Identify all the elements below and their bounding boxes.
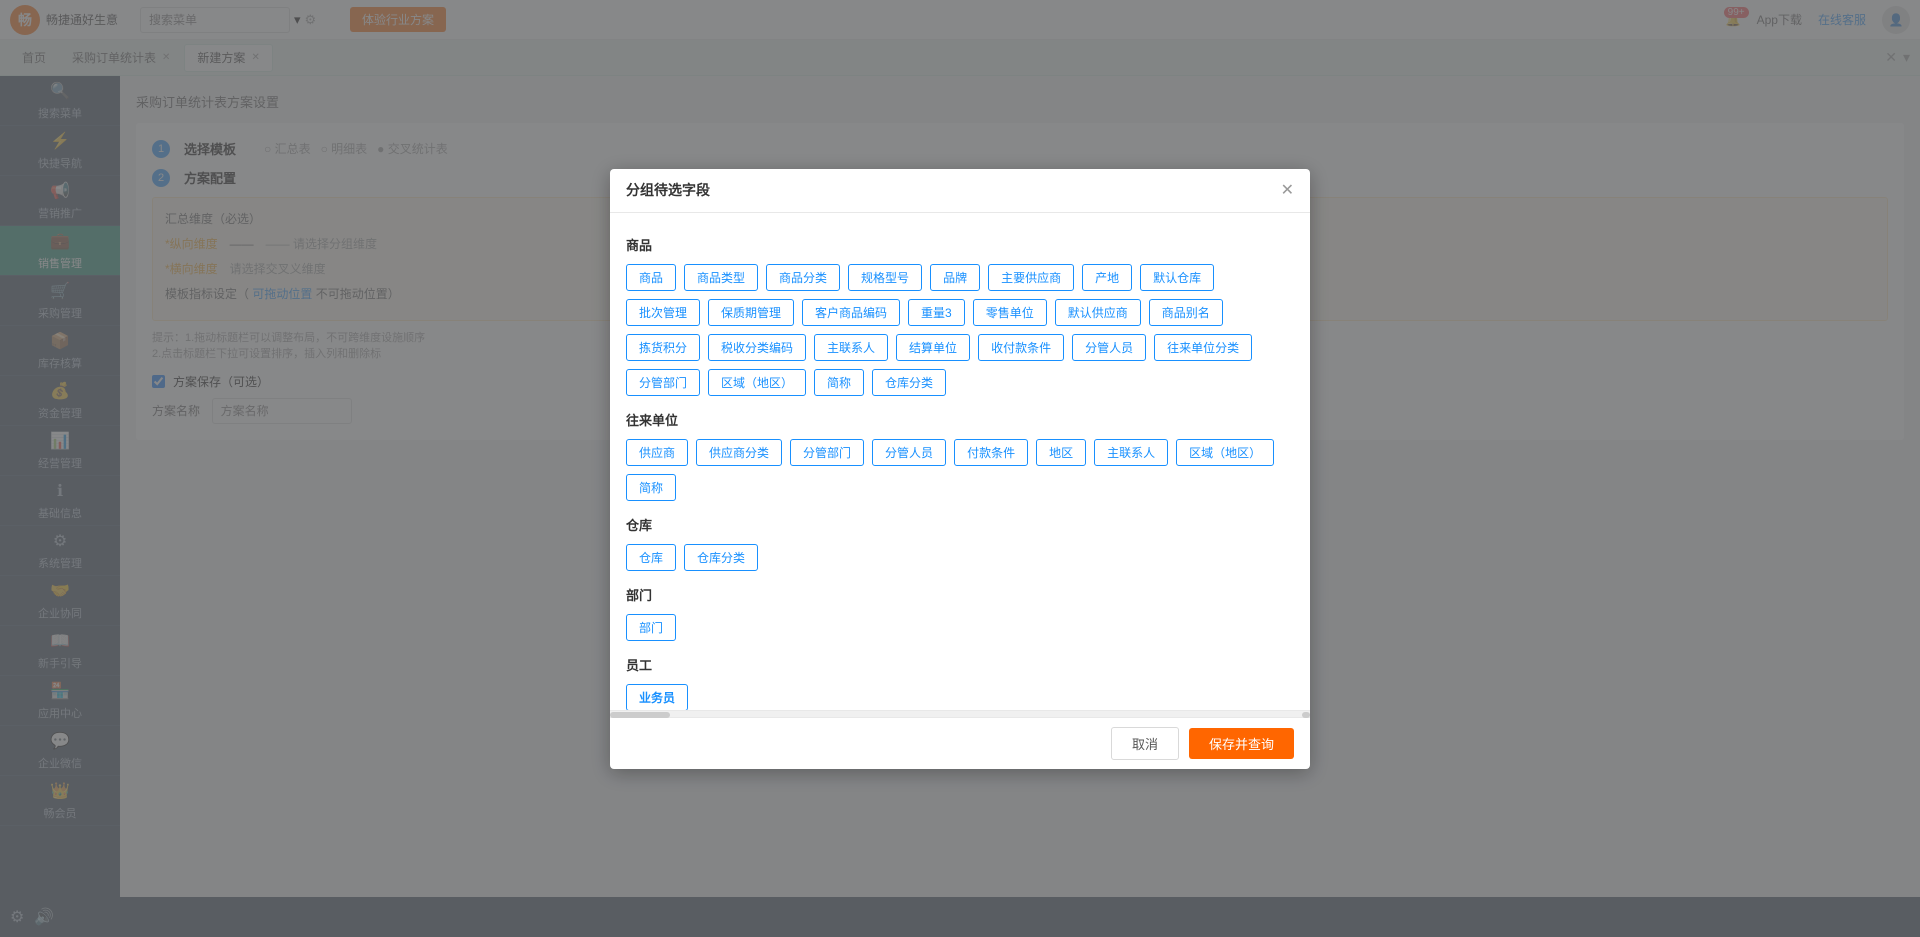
- section-title-staff: 员工: [626, 655, 1294, 674]
- field-tag-payment-terms[interactable]: 收付款条件: [978, 334, 1064, 361]
- field-tag-warehouse[interactable]: 仓库: [626, 544, 676, 571]
- field-tag-main-contact[interactable]: 主联系人: [814, 334, 888, 361]
- field-tag-goods-category[interactable]: 商品分类: [766, 264, 840, 291]
- section-title-dept: 部门: [626, 585, 1294, 604]
- modal-footer: 取消 保存并查询: [610, 717, 1310, 769]
- modal-close-button[interactable]: ✕: [1281, 180, 1294, 200]
- field-tag-batch-mgmt[interactable]: 批次管理: [626, 299, 700, 326]
- section-title-goods: 商品: [626, 235, 1294, 254]
- warehouse-field-grid: 仓库 仓库分类: [626, 544, 1294, 571]
- field-tag-default-supplier[interactable]: 默认供应商: [1055, 299, 1141, 326]
- field-tag-payment-cond[interactable]: 付款条件: [954, 439, 1028, 466]
- field-tag-main-supplier[interactable]: 主要供应商: [988, 264, 1074, 291]
- field-tag-brand[interactable]: 品牌: [930, 264, 980, 291]
- field-tag-origin[interactable]: 产地: [1082, 264, 1132, 291]
- field-tag-area[interactable]: 地区: [1036, 439, 1086, 466]
- field-tag-customer-code[interactable]: 客户商品编码: [802, 299, 900, 326]
- field-tag-pick-score[interactable]: 拣货积分: [626, 334, 700, 361]
- field-tag-weight[interactable]: 重量3: [908, 299, 965, 326]
- modal-hscrollbar[interactable]: [610, 710, 1310, 716]
- field-tag-dept[interactable]: 分管部门: [626, 369, 700, 396]
- counterparty-field-grid: 供应商 供应商分类 分管部门 分管人员 付款条件 地区 主联系人 区域（地区） …: [626, 439, 1294, 501]
- section-title-counterparty: 往来单位: [626, 410, 1294, 429]
- modal-overlay: 分组待选字段 ✕ 商品 商品 商品类型 商品分类 规格型号 品牌 主要供应商 产…: [0, 0, 1920, 937]
- field-tag-main-contact2[interactable]: 主联系人: [1094, 439, 1168, 466]
- cancel-button[interactable]: 取消: [1111, 727, 1179, 760]
- field-tag-goods-type[interactable]: 商品类型: [684, 264, 758, 291]
- field-tag-abbr2[interactable]: 简称: [626, 474, 676, 501]
- field-tag-warehouse-cat[interactable]: 仓库分类: [684, 544, 758, 571]
- field-tag-supplier-category[interactable]: 供应商分类: [696, 439, 782, 466]
- field-tag-goods-alias[interactable]: 商品别名: [1149, 299, 1223, 326]
- field-tag-settlement-unit[interactable]: 结算单位: [896, 334, 970, 361]
- dept-field-grid: 部门: [626, 614, 1294, 641]
- field-tag-counterparty-category[interactable]: 往来单位分类: [1154, 334, 1252, 361]
- field-tag-region2[interactable]: 区域（地区）: [1176, 439, 1274, 466]
- field-tag-supervisor[interactable]: 分管人员: [1072, 334, 1146, 361]
- field-tag-default-warehouse[interactable]: 默认仓库: [1140, 264, 1214, 291]
- field-tag-spec-model[interactable]: 规格型号: [848, 264, 922, 291]
- confirm-button[interactable]: 保存并查询: [1189, 728, 1294, 759]
- modal-body: 商品 商品 商品类型 商品分类 规格型号 品牌 主要供应商 产地 默认仓库 批次…: [610, 213, 1310, 711]
- modal-dialog: 分组待选字段 ✕ 商品 商品 商品类型 商品分类 规格型号 品牌 主要供应商 产…: [610, 169, 1310, 769]
- section-title-warehouse: 仓库: [626, 515, 1294, 534]
- field-tag-tax-code[interactable]: 税收分类编码: [708, 334, 806, 361]
- field-tag-warehouse-category[interactable]: 仓库分类: [872, 369, 946, 396]
- field-tag-expiry-mgmt[interactable]: 保质期管理: [708, 299, 794, 326]
- goods-field-grid: 商品 商品类型 商品分类 规格型号 品牌 主要供应商 产地 默认仓库 批次管理 …: [626, 264, 1294, 396]
- field-tag-retail-unit[interactable]: 零售单位: [973, 299, 1047, 326]
- field-tag-region[interactable]: 区域（地区）: [708, 369, 806, 396]
- field-tag-dept2[interactable]: 分管部门: [790, 439, 864, 466]
- modal-title: 分组待选字段: [626, 180, 710, 200]
- field-tag-supplier[interactable]: 供应商: [626, 439, 688, 466]
- field-tag-goods[interactable]: 商品: [626, 264, 676, 291]
- modal-header: 分组待选字段 ✕: [610, 169, 1310, 213]
- staff-field-grid: 业务员: [626, 684, 1294, 711]
- field-tag-salesperson[interactable]: 业务员: [626, 684, 688, 711]
- field-tag-department[interactable]: 部门: [626, 614, 676, 641]
- field-tag-supervisor2[interactable]: 分管人员: [872, 439, 946, 466]
- field-tag-abbr[interactable]: 简称: [814, 369, 864, 396]
